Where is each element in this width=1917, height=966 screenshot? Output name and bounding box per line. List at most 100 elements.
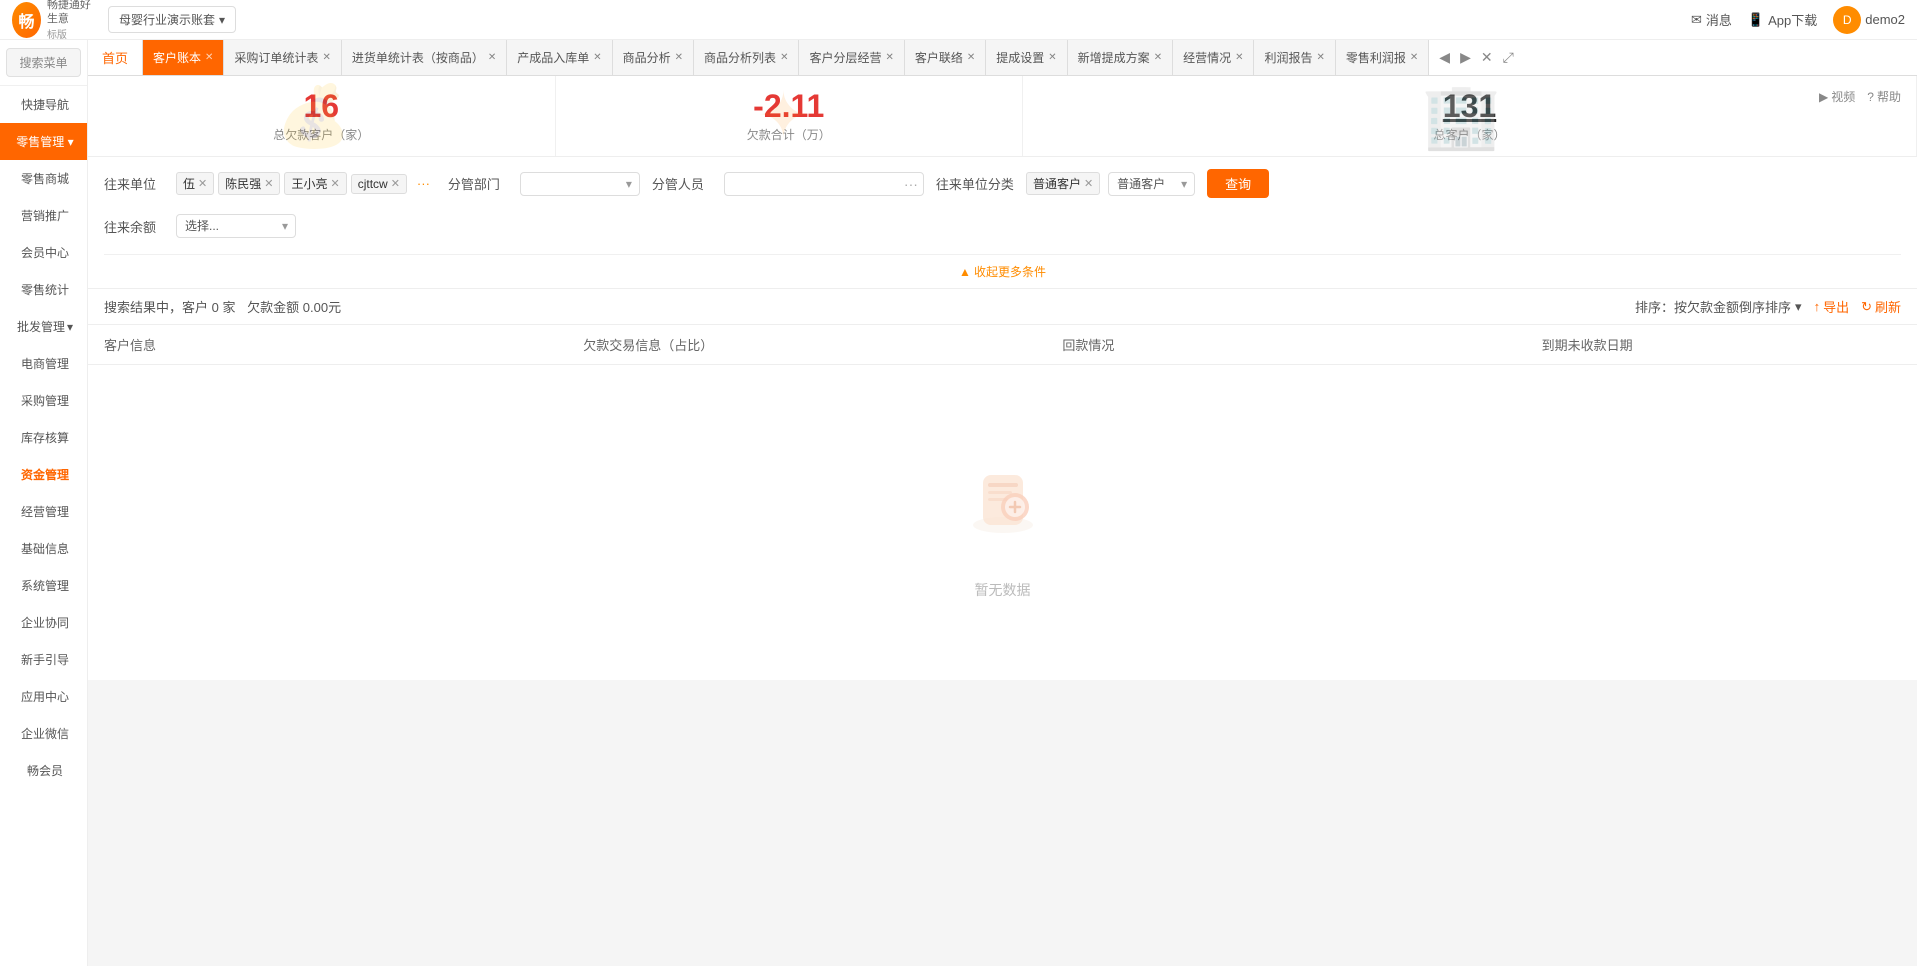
search-menu-button[interactable]: 搜索菜单 [6,48,81,77]
tab-purchase-order[interactable]: 采购订单统计表 ✕ [224,40,341,75]
message-button[interactable]: ✉ 消息 [1691,10,1732,29]
logo-area: 畅 畅捷通好生意 标版 [12,0,100,41]
sidebar-item-enterprise[interactable]: 企业协同 [0,604,87,641]
sidebar-item-ecommerce[interactable]: 电商管理 [0,345,87,382]
export-button[interactable]: ↑ 导出 [1814,297,1850,316]
tab-close-icon[interactable]: ✕ [205,52,213,63]
sidebar-item-quicknav[interactable]: 快捷导航 [0,86,87,123]
sidebar-item-retail[interactable]: 零售管理 ▾ [0,123,87,160]
query-button[interactable]: 查询 [1207,169,1269,198]
refresh-button[interactable]: ↻ 刷新 [1861,297,1901,316]
tab-close-icon[interactable]: ✕ [1235,52,1243,63]
tab-label: 客户分层经营 [809,49,881,66]
customers-bg-icon: 💰 [276,81,351,152]
sidebar-item-marketing[interactable]: 营销推广 [0,197,87,234]
tab-home[interactable]: 首页 [88,40,143,75]
sidebar-item-system[interactable]: 系统管理 [0,567,87,604]
tab-fullscreen-icon[interactable]: ⤢ [1499,47,1518,68]
tab-customer-tier[interactable]: 客户分层经营 ✕ [799,40,904,75]
tab-close-icon[interactable]: ✕ [967,52,975,63]
sidebar-item-purchase[interactable]: 采购管理 [0,382,87,419]
tab-close-icon[interactable]: ✕ [675,52,683,63]
tab-close-all-icon[interactable]: ✕ [1477,47,1497,68]
org-selector[interactable]: 母婴行业演示账套 ▾ [108,6,236,33]
tab-product-analysis-list[interactable]: 商品分析列表 ✕ [694,40,799,75]
sidebar-item-inventory[interactable]: 库存核算 [0,419,87,456]
tab-close-icon[interactable]: ✕ [593,52,601,63]
sidebar-item-retail-mall[interactable]: 零售商城 [0,160,87,197]
tab-commission-settings[interactable]: 提成设置 ✕ [986,40,1067,75]
help-button[interactable]: ? 帮助 [1867,88,1901,105]
balance-select[interactable]: 选择... [176,214,296,238]
sidebar-item-app-center[interactable]: 应用中心 [0,678,87,715]
sidebar-item-member-center[interactable]: 会员中心 [0,234,87,271]
video-button[interactable]: ▶ 视频 [1819,88,1855,105]
sidebar-item-wechat[interactable]: 企业微信 [0,715,87,752]
tab-close-icon[interactable]: ✕ [322,52,330,63]
app-download-button[interactable]: 📱 App下载 [1748,10,1817,29]
tab-inbound-by-product[interactable]: 进货单统计表（按商品） ✕ [342,40,507,75]
tab-add-commission[interactable]: 新增提成方案 ✕ [1068,40,1173,75]
tab-prev-arrow[interactable]: ◀ [1435,47,1454,68]
stat-total-customers: 💰 16 总欠款客户（家） [88,76,556,156]
refresh-icon: ↻ [1861,299,1872,315]
chevron-down-icon: ▾ [68,135,74,149]
remove-tag-chen[interactable]: ✕ [264,177,273,190]
video-label: 视频 [1831,88,1855,105]
sidebar-item-wholesale[interactable]: 批发管理 ▾ [0,308,87,345]
person-input[interactable] [724,172,924,196]
user-avatar-area[interactable]: D demo2 [1833,6,1905,34]
remove-tag-normal[interactable]: ✕ [1084,177,1093,190]
tab-operations[interactable]: 经营情况 ✕ [1173,40,1254,75]
filter-tag-wu: 伍 ✕ [176,172,214,195]
tab-label: 利润报告 [1264,49,1312,66]
remove-tag-cjttcw[interactable]: ✕ [391,177,400,190]
sidebar-item-chang-member[interactable]: 畅会员 [0,752,87,789]
collapse-button[interactable]: ▲ 收起更多条件 [951,259,1054,284]
sidebar-item-label: 新手引导 [21,653,69,667]
data-table: 客户信息 欠款交易信息（占比） 回款情况 到期未收款日期 [88,325,1917,680]
unit-class-select[interactable]: 普通客户 [1108,172,1195,196]
from-unit-tags: 伍 ✕ 陈民强 ✕ 王小亮 ✕ [176,172,436,195]
tab-customer-contact[interactable]: 客户联络 ✕ [905,40,986,75]
tab-close-icon[interactable]: ✕ [488,52,496,63]
sidebar-item-newbie[interactable]: 新手引导 [0,641,87,678]
sidebar-item-label: 营销推广 [21,209,69,223]
tab-customer-ledger[interactable]: 客户账本 ✕ [143,40,224,75]
tab-close-icon[interactable]: ✕ [1154,52,1162,63]
remove-tag-wu[interactable]: ✕ [198,177,207,190]
tab-close-icon[interactable]: ✕ [1317,52,1325,63]
tab-close-icon[interactable]: ✕ [780,52,788,63]
dept-select[interactable] [520,172,640,196]
sidebar-item-label: 系统管理 [21,579,69,593]
chevron-up-icon: ▲ [959,265,971,279]
tab-product-analysis[interactable]: 商品分析 ✕ [613,40,694,75]
sidebar-item-finance[interactable]: 资金管理 [0,456,87,493]
sidebar-item-retail-stats[interactable]: 零售统计 [0,271,87,308]
play-icon: ▶ [1819,90,1828,104]
tab-retail-profit[interactable]: 零售利润报 ✕ [1336,40,1429,75]
sidebar-item-operations[interactable]: 经营管理 [0,493,87,530]
tab-profit-report[interactable]: 利润报告 ✕ [1254,40,1335,75]
sidebar-item-label: 企业微信 [21,727,69,741]
from-unit-label: 往来单位 [104,174,164,193]
sort-chevron-icon[interactable]: ▾ [1795,299,1802,315]
result-info: 搜索结果中，客户 0 家 欠款金额 0.00元 [104,297,341,316]
tab-label: 产成品入库单 [517,49,589,66]
sidebar-item-basic-info[interactable]: 基础信息 [0,530,87,567]
person-input-wrap: ··· [724,172,924,196]
sidebar-item-label: 畅会员 [27,764,63,778]
tab-next-arrow[interactable]: ▶ [1456,47,1475,68]
person-input-dots[interactable]: ··· [904,176,918,192]
more-tags-button[interactable]: ··· [411,174,436,193]
tab-close-icon[interactable]: ✕ [1048,52,1056,63]
tab-finished-goods[interactable]: 产成品入库单 ✕ [507,40,612,75]
tab-close-icon[interactable]: ✕ [885,52,893,63]
stats-banner: 💰 16 总欠款客户（家） ✦ -2.11 欠款合计（万） 🏢 131 总客户（… [88,76,1917,157]
customer-unit: 家 [223,300,236,315]
remove-tag-wang[interactable]: ✕ [330,177,339,190]
sidebar-item-label: 应用中心 [21,690,69,704]
tab-close-icon[interactable]: ✕ [1410,52,1418,63]
sort-label: 排序：按欠款金额倒序排序 [1635,297,1791,316]
filter-rows: 往来单位 伍 ✕ 陈民强 ✕ 王小亮 [104,169,1901,254]
